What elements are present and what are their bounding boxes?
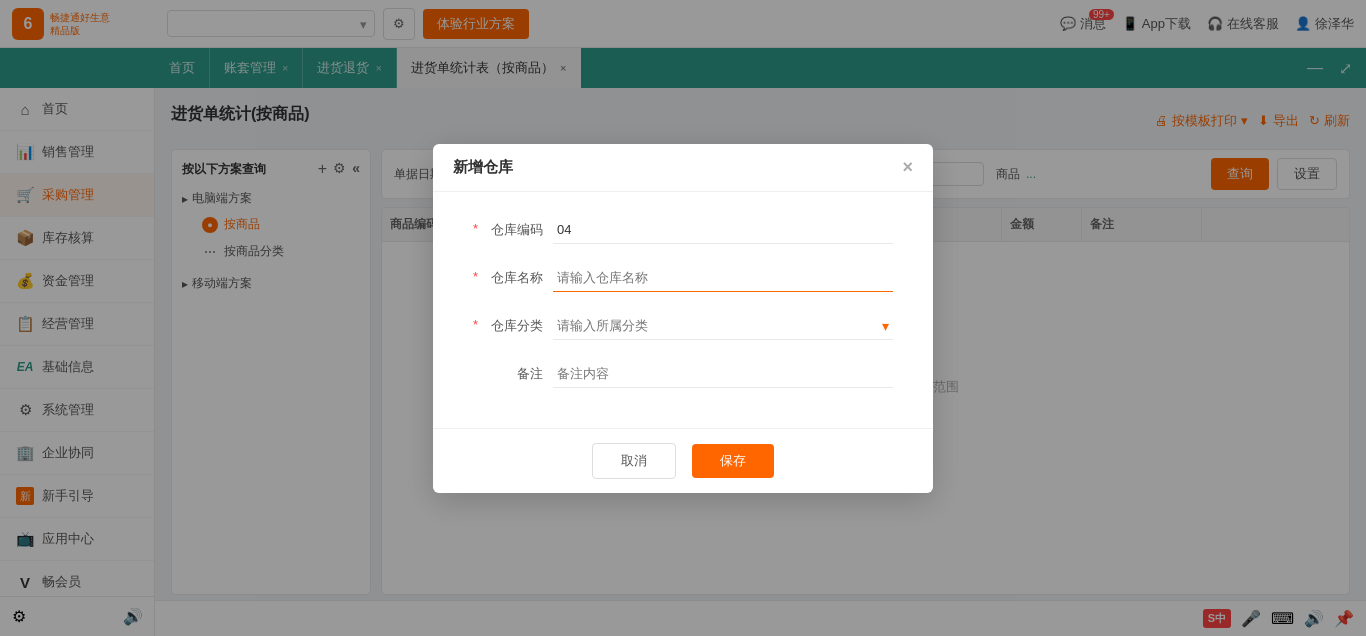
modal-close-icon[interactable]: × <box>902 158 913 176</box>
name-label: 仓库名称 <box>473 269 553 287</box>
modal-title: 新增仓库 <box>453 158 513 177</box>
warehouse-remark-input[interactable] <box>553 360 893 388</box>
add-warehouse-modal: 新增仓库 × 仓库编码 仓库名称 仓库分类 ▾ <box>433 144 933 493</box>
form-row-name: 仓库名称 <box>473 264 893 292</box>
warehouse-code-input[interactable] <box>553 216 893 244</box>
category-dropdown-icon[interactable]: ▾ <box>882 318 889 334</box>
save-button[interactable]: 保存 <box>692 444 774 478</box>
remark-label: 备注 <box>473 365 553 383</box>
form-row-remark: 备注 <box>473 360 893 388</box>
modal-overlay[interactable]: 新增仓库 × 仓库编码 仓库名称 仓库分类 ▾ <box>0 0 1366 636</box>
category-select-wrap: ▾ <box>553 312 893 340</box>
form-row-code: 仓库编码 <box>473 216 893 244</box>
modal-header: 新增仓库 × <box>433 144 933 192</box>
warehouse-name-input[interactable] <box>553 264 893 292</box>
category-label: 仓库分类 <box>473 317 553 335</box>
warehouse-category-input[interactable] <box>553 312 893 340</box>
cancel-button[interactable]: 取消 <box>592 443 676 479</box>
code-label: 仓库编码 <box>473 221 553 239</box>
modal-body: 仓库编码 仓库名称 仓库分类 ▾ 备注 <box>433 192 933 428</box>
modal-footer: 取消 保存 <box>433 428 933 493</box>
form-row-category: 仓库分类 ▾ <box>473 312 893 340</box>
